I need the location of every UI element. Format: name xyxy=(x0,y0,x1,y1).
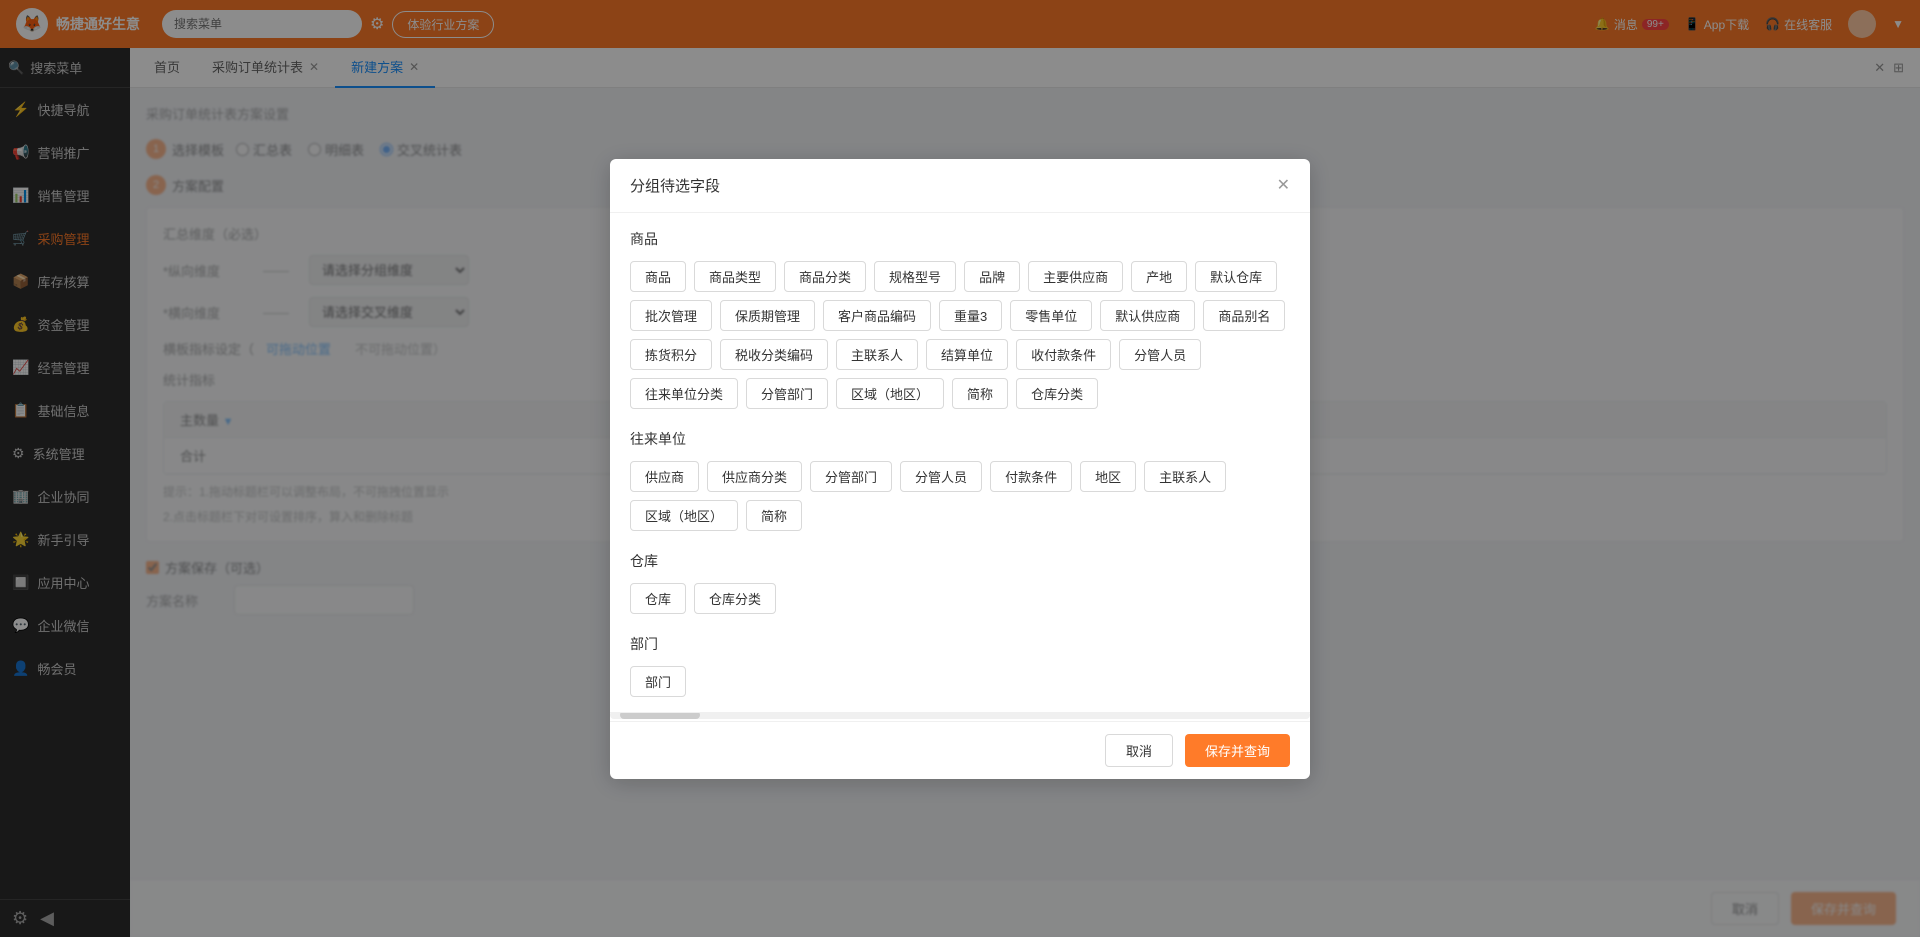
field-tag[interactable]: 供应商分类 xyxy=(707,461,802,492)
field-tag[interactable]: 品牌 xyxy=(964,261,1020,292)
section-goods-tags: 商品 商品类型 商品分类 规格型号 品牌 主要供应商 产地 默认仓库 批次管理 … xyxy=(630,261,1290,409)
field-tag[interactable]: 主联系人 xyxy=(1144,461,1226,492)
field-tag[interactable]: 商品 xyxy=(630,261,686,292)
modal-close-icon[interactable]: ✕ xyxy=(1277,175,1290,195)
field-tag[interactable]: 重量3 xyxy=(939,300,1002,331)
modal-header: 分组待选字段 ✕ xyxy=(610,159,1310,213)
field-tag[interactable]: 往来单位分类 xyxy=(630,378,738,409)
field-tag[interactable]: 默认仓库 xyxy=(1195,261,1277,292)
field-tag[interactable]: 简称 xyxy=(952,378,1008,409)
field-tag[interactable]: 结算单位 xyxy=(926,339,1008,370)
modal-title: 分组待选字段 xyxy=(630,175,720,196)
field-tag[interactable]: 默认供应商 xyxy=(1100,300,1195,331)
field-tag[interactable]: 收付款条件 xyxy=(1016,339,1111,370)
field-section-partner: 往来单位 供应商 供应商分类 分管部门 分管人员 付款条件 地区 主联系人 区域… xyxy=(630,429,1290,531)
field-tag[interactable]: 零售单位 xyxy=(1010,300,1092,331)
field-tag[interactable]: 税收分类编码 xyxy=(720,339,828,370)
modal-cancel-button[interactable]: 取消 xyxy=(1105,734,1173,767)
field-tag[interactable]: 拣货积分 xyxy=(630,339,712,370)
field-tag[interactable]: 仓库分类 xyxy=(694,583,776,614)
section-department-tags: 部门 xyxy=(630,666,1290,697)
field-tag[interactable]: 客户商品编码 xyxy=(823,300,931,331)
field-tag[interactable]: 保质期管理 xyxy=(720,300,815,331)
section-department-title: 部门 xyxy=(630,634,1290,654)
field-tag[interactable]: 仓库分类 xyxy=(1016,378,1098,409)
section-partner-tags: 供应商 供应商分类 分管部门 分管人员 付款条件 地区 主联系人 区域（地区） … xyxy=(630,461,1290,531)
field-tag[interactable]: 区域（地区） xyxy=(630,500,738,531)
field-tag[interactable]: 商品类型 xyxy=(694,261,776,292)
section-warehouse-title: 仓库 xyxy=(630,551,1290,571)
field-tag[interactable]: 分管人员 xyxy=(900,461,982,492)
section-partner-title: 往来单位 xyxy=(630,429,1290,449)
field-tag[interactable]: 分管部门 xyxy=(810,461,892,492)
section-warehouse-tags: 仓库 仓库分类 xyxy=(630,583,1290,614)
modal-body: 商品 商品 商品类型 商品分类 规格型号 品牌 主要供应商 产地 默认仓库 批次… xyxy=(610,213,1310,713)
field-tag[interactable]: 产地 xyxy=(1131,261,1187,292)
field-tag[interactable]: 付款条件 xyxy=(990,461,1072,492)
field-tag[interactable]: 地区 xyxy=(1080,461,1136,492)
field-tag[interactable]: 批次管理 xyxy=(630,300,712,331)
scroll-track xyxy=(610,712,1310,718)
section-goods-title: 商品 xyxy=(630,229,1290,249)
field-tag[interactable]: 商品别名 xyxy=(1203,300,1285,331)
field-tag[interactable]: 商品分类 xyxy=(784,261,866,292)
modal-confirm-button[interactable]: 保存并查询 xyxy=(1185,734,1290,767)
field-tag[interactable]: 仓库 xyxy=(630,583,686,614)
field-section-department: 部门 部门 xyxy=(630,634,1290,697)
field-tag[interactable]: 供应商 xyxy=(630,461,699,492)
field-tag[interactable]: 分管部门 xyxy=(746,378,828,409)
field-tag[interactable]: 区域（地区） xyxy=(836,378,944,409)
field-selection-modal: 分组待选字段 ✕ 商品 商品 商品类型 商品分类 规格型号 品牌 主要供应商 产… xyxy=(610,159,1310,779)
field-tag[interactable]: 规格型号 xyxy=(874,261,956,292)
field-section-warehouse: 仓库 仓库 仓库分类 xyxy=(630,551,1290,614)
field-tag[interactable]: 主要供应商 xyxy=(1028,261,1123,292)
field-tag[interactable]: 简称 xyxy=(746,500,802,531)
field-tag[interactable]: 分管人员 xyxy=(1119,339,1201,370)
field-tag[interactable]: 主联系人 xyxy=(836,339,918,370)
field-tag[interactable]: 部门 xyxy=(630,666,686,697)
modal-footer: 取消 保存并查询 xyxy=(610,721,1310,779)
modal-overlay: 分组待选字段 ✕ 商品 商品 商品类型 商品分类 规格型号 品牌 主要供应商 产… xyxy=(0,0,1920,937)
field-section-goods: 商品 商品 商品类型 商品分类 规格型号 品牌 主要供应商 产地 默认仓库 批次… xyxy=(630,229,1290,409)
scroll-thumb xyxy=(620,712,700,718)
modal-horizontal-scroll[interactable] xyxy=(610,712,1310,720)
